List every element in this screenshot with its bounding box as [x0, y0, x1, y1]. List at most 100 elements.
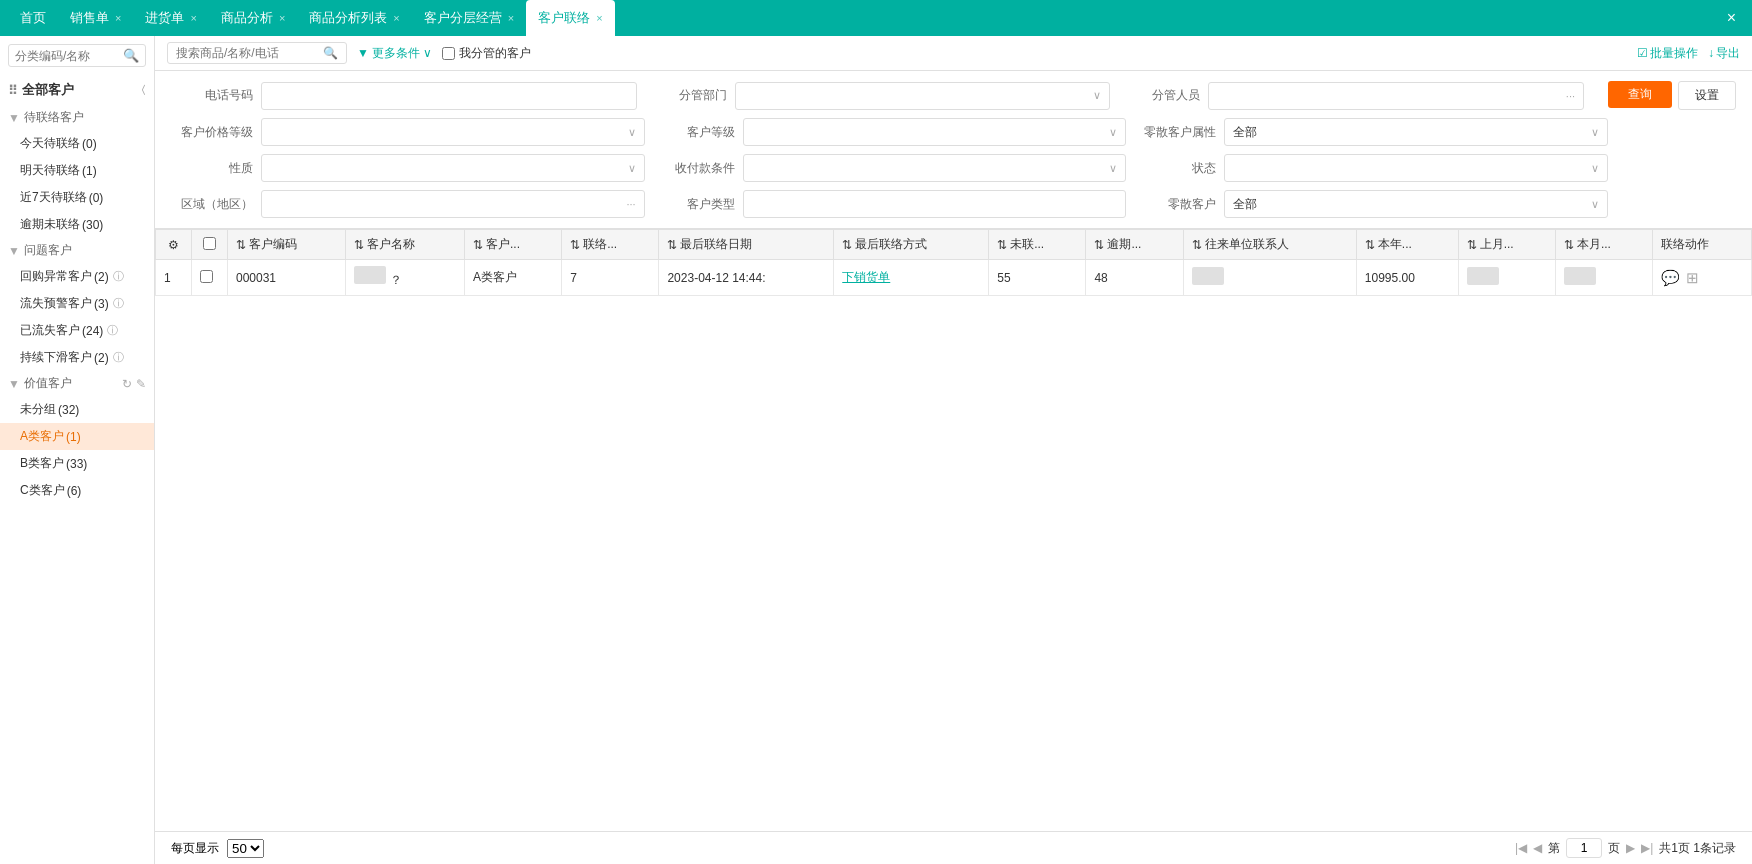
nav-tab-product-analysis[interactable]: 商品分析 × [209, 0, 297, 36]
col-last-method-sort-icon[interactable]: ⇅ [842, 238, 852, 252]
sidebar-item-b-class[interactable]: B类客户 (33) [0, 450, 154, 477]
col-last-month-sort-icon[interactable]: ⇅ [1467, 238, 1477, 252]
this-month-placeholder [1564, 267, 1596, 285]
sidebar-item-overdue[interactable]: 逾期未联络 (30) [0, 211, 154, 238]
col-code-sort-icon[interactable]: ⇅ [236, 238, 246, 252]
last-page-button[interactable]: ▶| [1641, 841, 1653, 855]
row-select-checkbox[interactable] [200, 270, 213, 283]
price-level-select[interactable]: ∨ [261, 118, 645, 146]
next-page-button[interactable]: ▶ [1626, 841, 1635, 855]
close-customer-segment-tab-icon[interactable]: × [508, 12, 514, 24]
status-select[interactable]: ∨ [1224, 154, 1608, 182]
group-problem-customers[interactable]: ▼ 问题客户 [0, 238, 154, 263]
nav-home[interactable]: 首页 [8, 9, 58, 27]
sidebar-item-a-class[interactable]: A类客户 (1) [0, 423, 154, 450]
payment-select[interactable]: ∨ [743, 154, 1127, 182]
contact-person-placeholder [1192, 267, 1224, 285]
close-customer-contact-tab-icon[interactable]: × [596, 12, 602, 24]
sidebar-search-box[interactable]: 🔍 [8, 44, 146, 67]
region-dots-icon[interactable]: ··· [627, 198, 636, 210]
sidebar-item-churn-warning[interactable]: 流失预警客户 (3) ⓘ [0, 290, 154, 317]
nav-tab-customer-contact[interactable]: 客户联络 × [526, 0, 614, 36]
nav-tab-purchase[interactable]: 进货单 × [133, 0, 208, 36]
group-pending-contact[interactable]: ▼ 待联络客户 [0, 105, 154, 130]
gear-icon[interactable]: ⚙ [168, 238, 179, 252]
nav-tab-product-analysis-list[interactable]: 商品分析列表 × [297, 0, 411, 36]
last-method-link[interactable]: 下销货单 [842, 270, 890, 284]
all-customers-header[interactable]: ⠿ 全部客户 〈 [0, 75, 154, 105]
settings-button[interactable]: 设置 [1678, 81, 1736, 110]
manager-dots-icon[interactable]: ··· [1566, 90, 1575, 102]
close-sales-tab-icon[interactable]: × [115, 12, 121, 24]
sidebar-item-c-class[interactable]: C类客户 (6) [0, 477, 154, 504]
region-input[interactable]: ··· [261, 190, 645, 218]
action-comment-icon[interactable]: 💬 [1661, 269, 1680, 287]
content-area: 🔍 ▼ 更多条件 ∨ 我分管的客户 ☑ 批量操作 ↓ 导出 [155, 36, 1752, 864]
export-button[interactable]: ↓ 导出 [1708, 45, 1740, 62]
filter-customer-level: 客户等级 ∨ [653, 118, 1127, 146]
export-icon: ↓ [1708, 46, 1714, 60]
nav-tab-customer-segment[interactable]: 客户分层经营 × [412, 0, 526, 36]
page-number-input[interactable] [1566, 838, 1602, 858]
col-this-year: ⇅ 本年... [1356, 230, 1458, 260]
col-last-date-sort-icon[interactable]: ⇅ [667, 238, 677, 252]
first-page-button[interactable]: |◀ [1515, 841, 1527, 855]
info-icon-1: ⓘ [113, 269, 124, 284]
col-gear[interactable]: ⚙ [156, 230, 192, 260]
row-contact-count: 7 [562, 260, 659, 296]
sidebar-item-ungrouped[interactable]: 未分组 (32) [0, 396, 154, 423]
my-customers-checkbox[interactable]: 我分管的客户 [442, 45, 531, 62]
sidebar-item-today[interactable]: 今天待联络 (0) [0, 130, 154, 157]
nature-select[interactable]: ∨ [261, 154, 645, 182]
close-purchase-tab-icon[interactable]: × [190, 12, 196, 24]
col-overdue-sort-icon[interactable]: ⇅ [1094, 238, 1104, 252]
row-last-method[interactable]: 下销货单 [834, 260, 989, 296]
select-all-checkbox[interactable] [203, 237, 216, 250]
col-select-all[interactable] [192, 230, 228, 260]
sidebar-item-churned[interactable]: 已流失客户 (24) ⓘ [0, 317, 154, 344]
sidebar-item-repurchase-abnormal[interactable]: 回购异常客户 (2) ⓘ [0, 263, 154, 290]
refresh-icon[interactable]: ↻ [122, 377, 132, 391]
col-name-sort-icon[interactable]: ⇅ [354, 238, 364, 252]
close-product-analysis-tab-icon[interactable]: × [279, 12, 285, 24]
prev-page-button[interactable]: ◀ [1533, 841, 1542, 855]
customer-level-select[interactable]: ∨ [743, 118, 1127, 146]
main-search-input[interactable] [176, 46, 323, 60]
retail-attr-select[interactable]: 全部 ∨ [1224, 118, 1608, 146]
sidebar-item-declining[interactable]: 持续下滑客户 (2) ⓘ [0, 344, 154, 371]
group-value-actions[interactable]: ↻ ✎ [122, 377, 146, 391]
col-this-month-sort-icon[interactable]: ⇅ [1564, 238, 1574, 252]
col-type-sort-icon[interactable]: ⇅ [473, 238, 483, 252]
edit-icon[interactable]: ✎ [136, 377, 146, 391]
more-filters-button[interactable]: ▼ 更多条件 ∨ [357, 45, 432, 62]
manager-input[interactable]: ··· [1208, 82, 1584, 110]
row-checkbox[interactable] [192, 260, 228, 296]
col-this-year-sort-icon[interactable]: ⇅ [1365, 238, 1375, 252]
payment-label: 收付款条件 [653, 160, 743, 177]
phone-input[interactable] [261, 82, 637, 110]
sidebar-item-tomorrow[interactable]: 明天待联络 (1) [0, 157, 154, 184]
close-product-analysis-list-tab-icon[interactable]: × [393, 12, 399, 24]
customer-type-input[interactable] [743, 190, 1127, 218]
action-link-icon[interactable]: ⊞ [1686, 269, 1699, 287]
close-all-tabs-button[interactable]: × [1719, 9, 1744, 27]
my-customers-check[interactable] [442, 47, 455, 60]
group-value-customers[interactable]: ▼ 价值客户 ↻ ✎ [0, 371, 154, 396]
retail-customer-select[interactable]: 全部 ∨ [1224, 190, 1608, 218]
sidebar-item-7days[interactable]: 近7天待联络 (0) [0, 184, 154, 211]
query-button[interactable]: 查询 [1608, 81, 1672, 108]
col-contact-person-sort-icon[interactable]: ⇅ [1192, 238, 1202, 252]
sidebar-search-input[interactable] [15, 49, 123, 63]
col-contact-sort-icon[interactable]: ⇅ [570, 238, 580, 252]
main-layout: 🔍 ⠿ 全部客户 〈 ▼ 待联络客户 今天待联络 (0) 明天待联络 (1) 近… [0, 36, 1752, 864]
batch-ops-button[interactable]: ☑ 批量操作 [1637, 45, 1698, 62]
filter-retail-customer: 零散客户 全部 ∨ [1134, 190, 1608, 218]
nav-tab-sales[interactable]: 销售单 × [58, 0, 133, 36]
dept-select[interactable]: ∨ [735, 82, 1111, 110]
row-overdue: 48 [1086, 260, 1183, 296]
collapse-icon[interactable]: 〈 [135, 83, 146, 98]
col-this-month: ⇅ 本月... [1555, 230, 1652, 260]
main-search-box[interactable]: 🔍 [167, 42, 347, 64]
col-uncontacted-sort-icon[interactable]: ⇅ [997, 238, 1007, 252]
page-size-select[interactable]: 50 [227, 839, 264, 858]
